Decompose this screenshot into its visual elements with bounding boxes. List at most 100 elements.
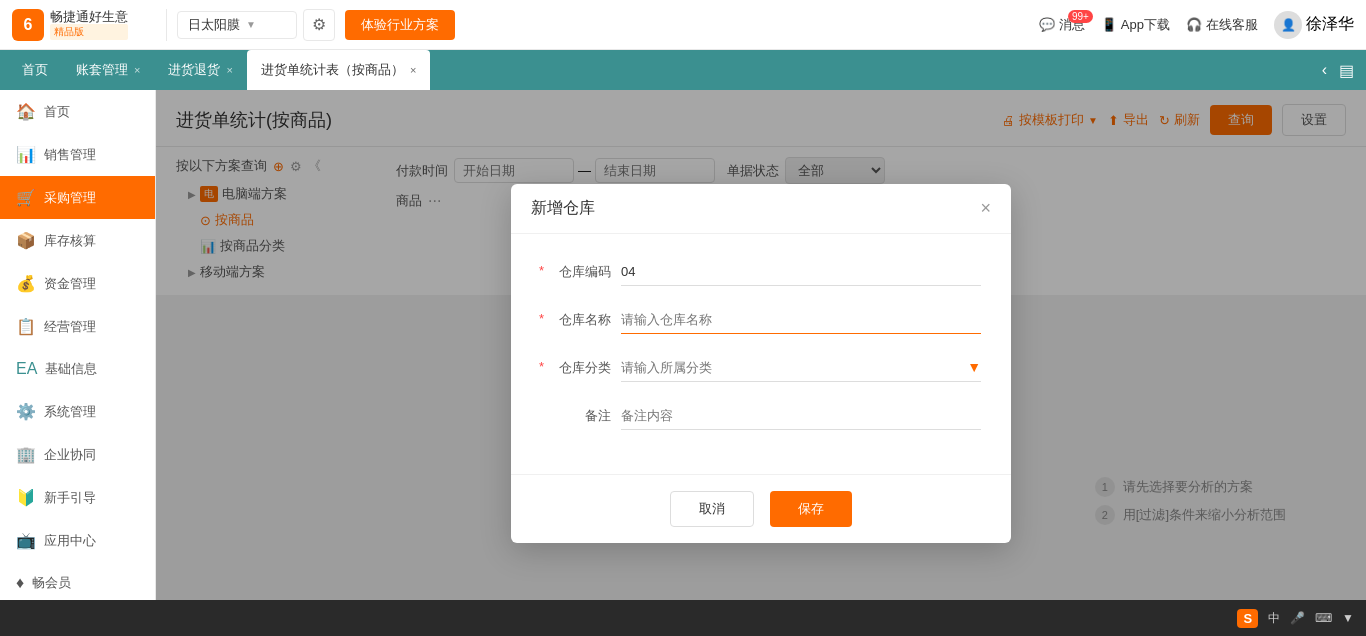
form-row-note: 备注: [541, 402, 981, 430]
system-icon: ⚙️: [16, 402, 36, 421]
message-icon: 💬: [1039, 17, 1055, 32]
main-layout: 🏠 首页 📊 销售管理 🛒 采购管理 📦 库存核算 💰 资金管理 📋 经营管理 …: [0, 90, 1366, 636]
logo-icon: 6: [12, 9, 44, 41]
warehouse-category-input[interactable]: [621, 354, 967, 381]
keyboard-icon[interactable]: ⌨: [1315, 611, 1332, 625]
mic-icon[interactable]: 🎤: [1290, 611, 1305, 625]
tab-accounts-close[interactable]: ×: [134, 64, 140, 76]
avatar: 👤: [1274, 11, 1302, 39]
phone-icon: 📱: [1101, 17, 1117, 32]
tab-purchase-stats[interactable]: 进货单统计表（按商品） ×: [247, 50, 430, 90]
dialog-title: 新增仓库: [531, 198, 595, 219]
top-bar: 6 畅捷通好生意 精品版 日太阳膜 ▼ ⚙ 体验行业方案 💬 消息 99+ 📱 …: [0, 0, 1366, 50]
avatar-icon: 👤: [1281, 18, 1296, 32]
user-avatar-area[interactable]: 👤 徐泽华: [1274, 11, 1354, 39]
store-selector[interactable]: 日太阳膜 ▼: [177, 11, 297, 39]
sidebar-item-member[interactable]: ♦ 畅会员: [0, 562, 155, 604]
sidebar-item-finance[interactable]: 💰 资金管理: [0, 262, 155, 305]
s-logo: S: [1237, 609, 1258, 628]
form-row-code: 仓库编码: [541, 258, 981, 286]
dialog-footer: 取消 保存: [511, 474, 1011, 543]
sales-icon: 📊: [16, 145, 36, 164]
app-download-label: App下载: [1121, 16, 1170, 34]
sidebar-item-sales[interactable]: 📊 销售管理: [0, 133, 155, 176]
dialog-new-warehouse: 新增仓库 × 仓库编码 仓库名称 仓库分类: [511, 184, 1011, 543]
form-label-category: 仓库分类: [541, 359, 621, 377]
bottom-more[interactable]: ▼: [1342, 611, 1354, 625]
home-icon: 🏠: [16, 102, 36, 121]
sidebar-item-home[interactable]: 🏠 首页: [0, 90, 155, 133]
tab-purchase-return-label: 进货退货: [168, 61, 220, 79]
cancel-button[interactable]: 取消: [670, 491, 754, 527]
chevron-down-icon: ▼: [246, 19, 256, 30]
bottom-zhong: 中: [1268, 610, 1280, 627]
sidebar-label-operations: 经营管理: [44, 318, 96, 336]
sidebar-label-home: 首页: [44, 103, 70, 121]
logo-text: 畅捷通好生意: [50, 9, 128, 25]
top-right: 💬 消息 99+ 📱 App下载 🎧 在线客服 👤 徐泽华: [1039, 11, 1354, 39]
tab-next-button[interactable]: ▤: [1335, 61, 1358, 80]
sidebar-item-basic-info[interactable]: EA 基础信息: [0, 348, 155, 390]
dialog-header: 新增仓库 ×: [511, 184, 1011, 234]
sidebar-item-inventory[interactable]: 📦 库存核算: [0, 219, 155, 262]
warehouse-note-input[interactable]: [621, 402, 981, 430]
content-area: 进货单统计(按商品) 🖨 按模板打印 ▼ ⬆ 导出 ↻ 刷新 查询 设置: [156, 90, 1366, 636]
headset-icon: 🎧: [1186, 17, 1202, 32]
trial-button[interactable]: 体验行业方案: [345, 10, 455, 40]
gear-icon: ⚙: [312, 15, 326, 34]
tab-accounts-label: 账套管理: [76, 61, 128, 79]
sidebar-label-apps: 应用中心: [44, 532, 96, 550]
tab-purchase-return-close[interactable]: ×: [226, 64, 232, 76]
finance-icon: 💰: [16, 274, 36, 293]
sidebar-label-member: 畅会员: [32, 574, 71, 592]
sidebar-item-system[interactable]: ⚙️ 系统管理: [0, 390, 155, 433]
dialog-close-button[interactable]: ×: [980, 198, 991, 219]
operations-icon: 📋: [16, 317, 36, 336]
tab-home[interactable]: 首页: [8, 50, 62, 90]
sidebar-label-finance: 资金管理: [44, 275, 96, 293]
warehouse-code-input[interactable]: [621, 258, 981, 286]
form-label-name: 仓库名称: [541, 311, 621, 329]
guide-icon: 🔰: [16, 488, 36, 507]
category-dropdown-icon[interactable]: ▼: [967, 359, 981, 375]
save-button[interactable]: 保存: [770, 491, 852, 527]
logo-area: 6 畅捷通好生意 精品版: [12, 9, 167, 41]
dialog-body: 仓库编码 仓库名称 仓库分类 ▼: [511, 234, 1011, 474]
app-download-item[interactable]: 📱 App下载: [1101, 16, 1170, 34]
sidebar-item-apps[interactable]: 📺 应用中心: [0, 519, 155, 562]
form-label-code: 仓库编码: [541, 263, 621, 281]
sidebar-label-basic-info: 基础信息: [45, 360, 97, 378]
tab-prev-button[interactable]: ‹: [1318, 61, 1331, 80]
sidebar-label-sales: 销售管理: [44, 146, 96, 164]
sidebar-item-operations[interactable]: 📋 经营管理: [0, 305, 155, 348]
gear-button[interactable]: ⚙: [303, 9, 335, 41]
sidebar-label-inventory: 库存核算: [44, 232, 96, 250]
online-service-item[interactable]: 🎧 在线客服: [1186, 16, 1258, 34]
sidebar-item-enterprise[interactable]: 🏢 企业协同: [0, 433, 155, 476]
warehouse-name-input[interactable]: [621, 306, 981, 334]
form-row-name: 仓库名称: [541, 306, 981, 334]
online-service-label: 在线客服: [1206, 16, 1258, 34]
bottom-bar: S 中 🎤 ⌨ ▼: [0, 600, 1366, 636]
inventory-icon: 📦: [16, 231, 36, 250]
sidebar-label-enterprise: 企业协同: [44, 446, 96, 464]
tab-purchase-stats-close[interactable]: ×: [410, 64, 416, 76]
logo-badge: 精品版: [50, 24, 128, 40]
sidebar: 🏠 首页 📊 销售管理 🛒 采购管理 📦 库存核算 💰 资金管理 📋 经营管理 …: [0, 90, 156, 636]
sidebar-item-guide[interactable]: 🔰 新手引导: [0, 476, 155, 519]
form-row-category: 仓库分类 ▼: [541, 354, 981, 382]
tab-accounts[interactable]: 账套管理 ×: [62, 50, 154, 90]
form-label-note: 备注: [541, 407, 621, 425]
messages-badge: 99+: [1068, 10, 1093, 23]
user-name: 徐泽华: [1306, 14, 1354, 35]
sidebar-item-purchase[interactable]: 🛒 采购管理: [0, 176, 155, 219]
apps-icon: 📺: [16, 531, 36, 550]
messages-item[interactable]: 💬 消息 99+: [1039, 16, 1085, 34]
store-name: 日太阳膜: [188, 16, 240, 34]
tab-home-label: 首页: [22, 61, 48, 79]
tab-purchase-stats-label: 进货单统计表（按商品）: [261, 61, 404, 79]
basic-info-icon: EA: [16, 360, 37, 378]
sidebar-label-system: 系统管理: [44, 403, 96, 421]
tab-purchase-return[interactable]: 进货退货 ×: [154, 50, 246, 90]
modal-overlay[interactable]: 新增仓库 × 仓库编码 仓库名称 仓库分类: [156, 90, 1366, 636]
